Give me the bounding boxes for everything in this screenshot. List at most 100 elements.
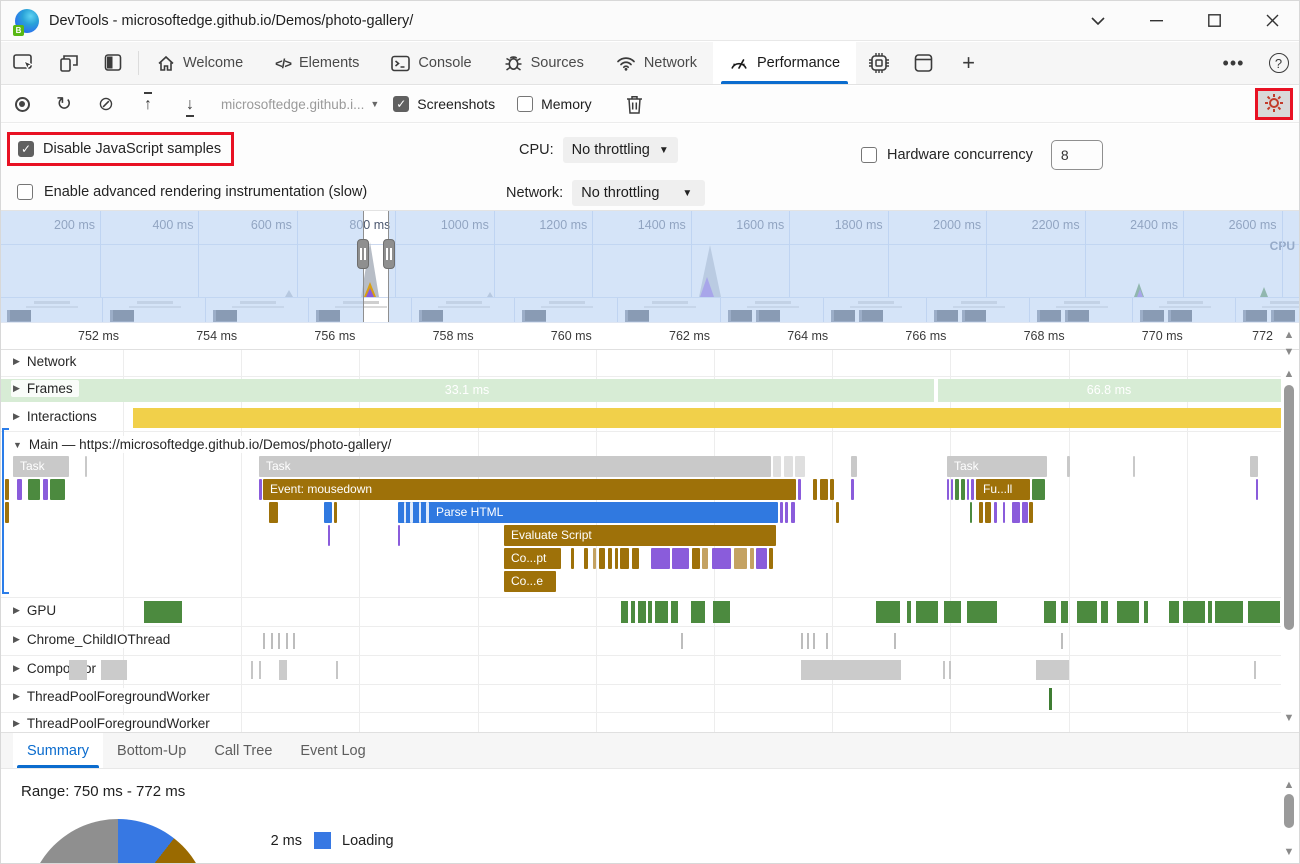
inspect-element-icon[interactable]: [1, 42, 46, 84]
track-worker-2[interactable]: ▶ThreadPoolForegroundWorker: [1, 712, 1281, 732]
flame-scrollbar[interactable]: ▲ ▼ ▲ ▼: [1279, 327, 1299, 727]
flame-bar[interactable]: [571, 548, 574, 569]
flame-bar[interactable]: [1022, 502, 1028, 523]
flame-bar-task[interactable]: Task: [947, 456, 1047, 477]
flame-bar-co-pt[interactable]: Co...pt: [504, 548, 561, 569]
gpu-activity-bar[interactable]: [1117, 601, 1139, 623]
gpu-activity-bar[interactable]: [1215, 601, 1243, 623]
advanced-rendering-checkbox[interactable]: [17, 184, 33, 200]
flame-bar[interactable]: [615, 548, 618, 569]
flame-bar[interactable]: [820, 479, 828, 500]
gpu-activity-bar[interactable]: [944, 601, 961, 623]
collapse-arrow-icon[interactable]: ▶: [13, 605, 20, 616]
flame-bar[interactable]: [404, 502, 406, 523]
flame-bar[interactable]: [599, 548, 605, 569]
clear-button[interactable]: ⊘: [85, 87, 127, 121]
flame-bar[interactable]: [1133, 456, 1135, 477]
gpu-activity-bar[interactable]: [144, 601, 182, 623]
scroll-up-icon[interactable]: ▲: [1284, 777, 1295, 794]
cpu-throttling-select[interactable]: No throttling▼: [563, 137, 678, 163]
gpu-activity-bar[interactable]: [648, 601, 652, 623]
flame-bar[interactable]: [672, 548, 689, 569]
collapse-arrow-icon[interactable]: ▶: [13, 356, 20, 367]
tab-elements[interactable]: </> Elements: [259, 42, 375, 84]
collapse-arrow-icon[interactable]: ▶: [13, 634, 20, 645]
experiments-chip-icon[interactable]: [856, 42, 901, 84]
flame-bar[interactable]: [410, 502, 413, 523]
flame-bar[interactable]: [979, 502, 983, 523]
compositor-block[interactable]: [801, 660, 901, 680]
flame-bar[interactable]: [961, 479, 965, 500]
flame-bar[interactable]: [651, 548, 670, 569]
gpu-activity-bar[interactable]: [655, 601, 668, 623]
compositor-block[interactable]: [101, 660, 127, 680]
gpu-activity-bar[interactable]: [1208, 601, 1212, 623]
flame-bar[interactable]: [584, 548, 588, 569]
flame-bar-parse-html[interactable]: Parse HTML: [398, 502, 778, 523]
flame-bar[interactable]: [324, 502, 332, 523]
flame-bar[interactable]: [269, 502, 278, 523]
gpu-activity-bar[interactable]: [1183, 601, 1205, 623]
track-chrome-childiothread[interactable]: ▶Chrome_ChildIOThread: [1, 626, 1281, 655]
detail-time-ruler[interactable]: 752 ms754 ms756 ms758 ms760 ms762 ms764 …: [1, 323, 1300, 350]
flame-bar[interactable]: [851, 456, 857, 477]
flame-bar[interactable]: [593, 548, 596, 569]
flame-bar[interactable]: [85, 456, 87, 477]
flame-bar-task[interactable]: Task: [13, 456, 69, 477]
scroll-up-icon[interactable]: ▲: [1284, 327, 1295, 344]
flame-bar[interactable]: [851, 479, 854, 500]
gpu-activity-bar[interactable]: [967, 601, 997, 623]
flame-bar[interactable]: [398, 525, 400, 546]
flame-bar[interactable]: [632, 548, 639, 569]
flame-bar[interactable]: [955, 479, 959, 500]
flame-bar[interactable]: [785, 502, 788, 523]
gpu-activity-bar[interactable]: [907, 601, 911, 623]
track-frames[interactable]: 33.1 ms 66.8 ms ▶Frames: [1, 377, 1281, 404]
load-profile-button[interactable]: ↑: [127, 87, 169, 121]
flame-bar[interactable]: [836, 502, 839, 523]
advanced-rendering-label[interactable]: Enable advanced rendering instrumentatio…: [44, 184, 367, 200]
more-tools-plus-icon[interactable]: +: [946, 42, 991, 84]
flame-bar[interactable]: [1003, 502, 1005, 523]
flame-bar[interactable]: [795, 456, 805, 477]
track-worker-1[interactable]: ▶ThreadPoolForegroundWorker: [1, 684, 1281, 712]
tab-summary[interactable]: Summary: [13, 733, 103, 768]
flame-bar[interactable]: [769, 548, 773, 569]
flame-bar[interactable]: [773, 456, 781, 477]
flame-bar[interactable]: [1032, 479, 1045, 500]
flame-bar[interactable]: [970, 502, 972, 523]
flame-bar[interactable]: [985, 502, 991, 523]
flame-bar[interactable]: [712, 548, 731, 569]
device-emulation-icon[interactable]: [46, 42, 91, 84]
flame-bar[interactable]: [692, 548, 700, 569]
compositor-block[interactable]: [69, 660, 87, 680]
close-button[interactable]: [1243, 2, 1300, 40]
gpu-activity-bar[interactable]: [916, 601, 938, 623]
gpu-activity-bar[interactable]: [876, 601, 900, 623]
gpu-activity-bar[interactable]: [631, 601, 635, 623]
flame-bar[interactable]: [780, 502, 783, 523]
scroll-down-icon[interactable]: ▼: [1284, 710, 1295, 727]
disable-js-checkbox[interactable]: ✓: [18, 141, 34, 157]
flame-bar[interactable]: [1012, 502, 1020, 523]
window-menu-chevron[interactable]: [1069, 2, 1127, 40]
hardware-concurrency-label[interactable]: Hardware concurrency: [887, 147, 1033, 163]
flame-bar[interactable]: [967, 479, 969, 500]
summary-scrollbar[interactable]: ▲ ▼: [1279, 777, 1299, 861]
flame-bar[interactable]: [426, 502, 429, 523]
flame-bar[interactable]: [43, 479, 48, 500]
compositor-block[interactable]: [279, 660, 287, 680]
flame-bar-event-mousedown[interactable]: Event: mousedown: [263, 479, 796, 500]
selection-window-handle[interactable]: [383, 239, 395, 269]
collapse-arrow-icon[interactable]: ▶: [13, 411, 20, 422]
selection-window-handle[interactable]: [357, 239, 369, 269]
hardware-concurrency-checkbox[interactable]: [861, 147, 877, 163]
tab-event-log[interactable]: Event Log: [286, 733, 379, 768]
flame-bar-task[interactable]: Task: [259, 456, 771, 477]
maximize-button[interactable]: [1185, 2, 1243, 40]
memory-checkbox[interactable]: [517, 96, 533, 112]
tab-sources[interactable]: Sources: [488, 42, 600, 84]
record-button[interactable]: [1, 87, 43, 121]
save-profile-button[interactable]: ↓: [169, 87, 211, 121]
gpu-activity-bar[interactable]: [638, 601, 646, 623]
